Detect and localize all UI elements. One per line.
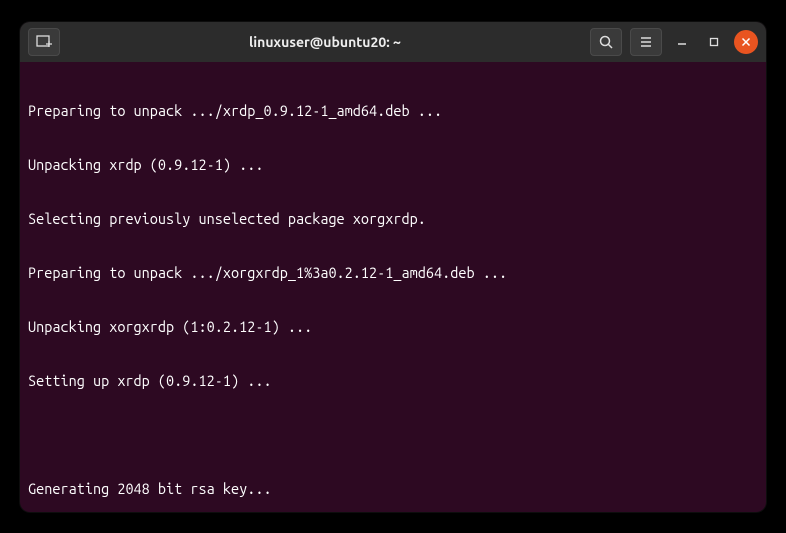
search-icon — [598, 34, 614, 50]
output-line: Generating 2048 bit rsa key... — [28, 480, 758, 498]
terminal-output[interactable]: Preparing to unpack .../xrdp_0.9.12-1_am… — [20, 62, 766, 512]
output-line: Preparing to unpack .../xorgxrdp_1%3a0.2… — [28, 264, 758, 282]
menu-button[interactable] — [630, 28, 662, 56]
minimize-button[interactable] — [670, 30, 694, 54]
hamburger-icon — [638, 34, 654, 50]
output-line: Unpacking xorgxrdp (1:0.2.12-1) ... — [28, 318, 758, 336]
minimize-icon — [677, 37, 687, 47]
output-line: Setting up xrdp (0.9.12-1) ... — [28, 372, 758, 390]
close-icon — [741, 37, 751, 47]
output-line: Selecting previously unselected package … — [28, 210, 758, 228]
new-tab-icon — [36, 34, 52, 50]
new-tab-button[interactable] — [28, 28, 60, 56]
search-button[interactable] — [590, 28, 622, 56]
window-title: linuxuser@ubuntu20: ~ — [68, 34, 582, 50]
maximize-icon — [709, 37, 719, 47]
output-line: Unpacking xrdp (0.9.12-1) ... — [28, 156, 758, 174]
maximize-button[interactable] — [702, 30, 726, 54]
output-line — [28, 426, 758, 444]
titlebar: linuxuser@ubuntu20: ~ — [20, 22, 766, 62]
close-button[interactable] — [734, 30, 758, 54]
titlebar-right — [590, 28, 758, 56]
terminal-window: linuxuser@ubuntu20: ~ — [20, 22, 766, 512]
output-line: Preparing to unpack .../xrdp_0.9.12-1_am… — [28, 102, 758, 120]
